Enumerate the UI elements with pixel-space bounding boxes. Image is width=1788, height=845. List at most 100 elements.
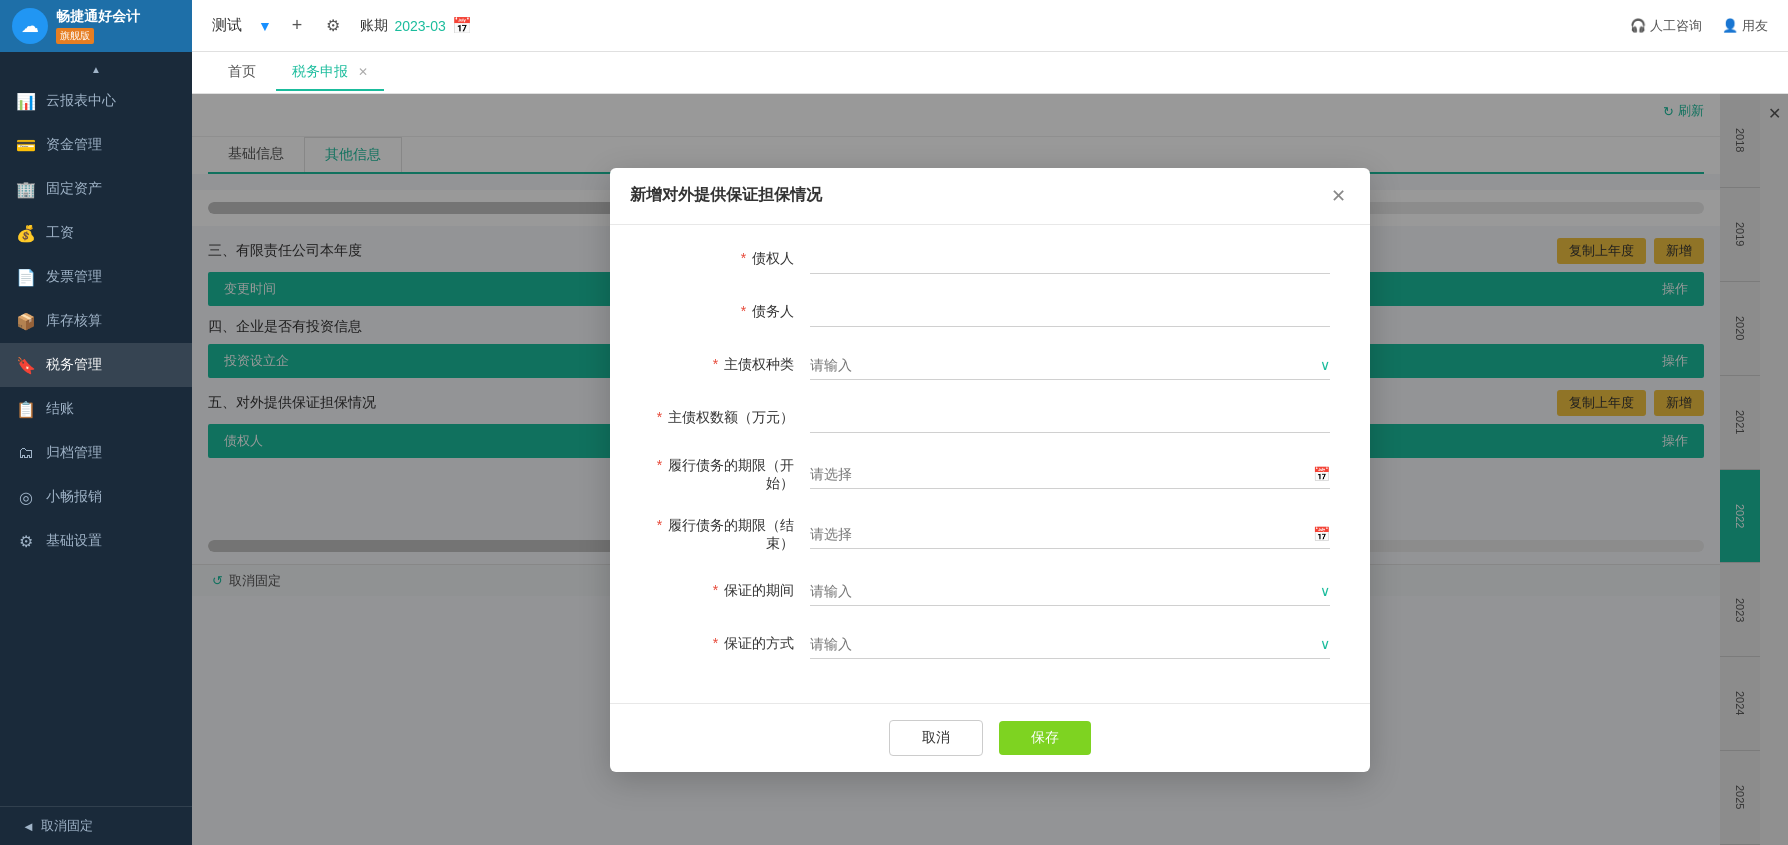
sidebar-item-archive[interactable]: 🗂 归档管理 — [0, 431, 192, 475]
sidebar-item-tax-mgmt[interactable]: 🔖 税务管理 — [0, 343, 192, 387]
sidebar: ☁ 畅捷通好会计 旗舰版 ▲ 📊 云报表中心 💳 资金管理 🏢 固定资产 — [0, 0, 192, 845]
sidebar-label-invoice-mgmt: 发票管理 — [46, 268, 102, 286]
form-row-creditor-amount: * 主债权数额（万元） — [650, 404, 1330, 433]
sidebar-label-xiaochang: 小畅报销 — [46, 488, 102, 506]
sidebar-collapse-button[interactable]: ◄ 取消固定 — [0, 806, 192, 845]
content-area: ↻ 刷新 基础信息 其他信息 — [192, 94, 1788, 845]
collapse-arrow-icon: ◄ — [22, 819, 35, 834]
form-row-creditor: * 债权人 — [650, 245, 1330, 274]
sidebar-label-cloud-report: 云报表中心 — [46, 92, 116, 110]
basic-settings-icon: ⚙ — [16, 531, 36, 551]
sidebar-label-settlement: 结账 — [46, 400, 74, 418]
select-creditor-type[interactable]: ∨ — [810, 351, 1330, 380]
dialog-body: * 债权人 * 债务人 — [610, 225, 1370, 703]
label-creditor-type: * 主债权种类 — [650, 356, 810, 374]
dialog-header: 新增对外提供保证担保情况 ✕ — [610, 168, 1370, 225]
sidebar-item-cloud-report[interactable]: 📊 云报表中心 — [0, 79, 192, 123]
select-guarantee-period-input[interactable] — [810, 577, 1320, 605]
headset-icon: 🎧 — [1630, 18, 1646, 33]
service-button[interactable]: 🎧 人工咨询 — [1630, 17, 1702, 35]
label-debtor: * 债务人 — [650, 303, 810, 321]
form-row-guarantee-method: * 保证的方式 ∨ — [650, 630, 1330, 659]
required-star-duty-start: * — [657, 457, 662, 473]
period-label: 账期 — [360, 17, 388, 35]
form-row-duty-end: * 履行债务的期限（结束） 📅 — [650, 517, 1330, 553]
sidebar-item-settlement[interactable]: 📋 结账 — [0, 387, 192, 431]
topbar: 测试 ▼ + ⚙ 账期 2023-03 📅 🎧 人工咨询 👤 用友 — [192, 0, 1788, 52]
sidebar-item-salary[interactable]: 💰 工资 — [0, 211, 192, 255]
sidebar-item-inventory[interactable]: 📦 库存核算 — [0, 299, 192, 343]
dialog-close-button[interactable]: ✕ — [1326, 184, 1350, 208]
calendar-icon[interactable]: 📅 — [452, 16, 472, 35]
date-duty-end-input[interactable] — [810, 520, 1313, 548]
label-duty-start: * 履行债务的期限（开始） — [650, 457, 810, 493]
sidebar-item-xiaochang[interactable]: ◎ 小畅报销 — [0, 475, 192, 519]
sidebar-item-fixed-asset[interactable]: 🏢 固定资产 — [0, 167, 192, 211]
input-creditor-amount[interactable] — [810, 404, 1330, 433]
tab-home-label: 首页 — [228, 63, 256, 79]
sidebar-label-archive: 归档管理 — [46, 444, 102, 462]
logo-text-block: 畅捷通好会计 旗舰版 — [56, 8, 140, 44]
tab-bar: 首页 税务申报 ✕ — [192, 52, 1788, 94]
label-creditor: * 债权人 — [650, 250, 810, 268]
sidebar-label-inventory: 库存核算 — [46, 312, 102, 330]
label-guarantee-method: * 保证的方式 — [650, 635, 810, 653]
cloud-report-icon: 📊 — [16, 91, 36, 111]
required-star-guarantee-method: * — [713, 635, 718, 651]
date-duty-start-input[interactable] — [810, 460, 1313, 488]
sidebar-logo: ☁ 畅捷通好会计 旗舰版 — [0, 0, 192, 52]
calendar-icon-duty-end[interactable]: 📅 — [1313, 526, 1330, 542]
company-dropdown-icon[interactable]: ▼ — [258, 18, 272, 34]
topbar-right: 🎧 人工咨询 👤 用友 — [1630, 17, 1768, 35]
inventory-icon: 📦 — [16, 311, 36, 331]
dialog-footer: 取消 保存 — [610, 703, 1370, 772]
input-creditor[interactable] — [810, 245, 1330, 274]
select-creditor-type-input[interactable] — [810, 351, 1320, 379]
logo-title: 畅捷通好会计 — [56, 8, 140, 26]
chevron-down-icon-guarantee-method[interactable]: ∨ — [1320, 636, 1330, 652]
form-row-debtor: * 债务人 — [650, 298, 1330, 327]
period-value: 2023-03 — [394, 18, 445, 34]
sidebar-label-basic-settings: 基础设置 — [46, 532, 102, 550]
period-display: 账期 2023-03 📅 — [360, 16, 471, 35]
required-star-creditor-amount: * — [657, 409, 662, 425]
select-guarantee-period[interactable]: ∨ — [810, 577, 1330, 606]
sidebar-item-fund-mgmt[interactable]: 💳 资金管理 — [0, 123, 192, 167]
archive-icon: 🗂 — [16, 443, 36, 463]
date-duty-end[interactable]: 📅 — [810, 520, 1330, 549]
sidebar-label-fund-mgmt: 资金管理 — [46, 136, 102, 154]
sidebar-label-salary: 工资 — [46, 224, 74, 242]
collapse-label: 取消固定 — [41, 817, 93, 835]
fixed-asset-icon: 🏢 — [16, 179, 36, 199]
settlement-icon: 📋 — [16, 399, 36, 419]
required-star-duty-end: * — [657, 517, 662, 533]
calendar-icon-duty-start[interactable]: 📅 — [1313, 466, 1330, 482]
tab-tax-report[interactable]: 税务申报 ✕ — [276, 55, 384, 91]
logo-sub: 旗舰版 — [56, 28, 94, 44]
gear-icon[interactable]: ⚙ — [322, 12, 344, 39]
select-guarantee-method-input[interactable] — [810, 630, 1320, 658]
tab-home[interactable]: 首页 — [212, 55, 272, 91]
label-duty-end: * 履行债务的期限（结束） — [650, 517, 810, 553]
save-button[interactable]: 保存 — [999, 721, 1091, 755]
tab-close-icon[interactable]: ✕ — [358, 65, 368, 79]
user-icon: 👤 — [1722, 18, 1738, 33]
dialog-overlay: 新增对外提供保证担保情况 ✕ * 债权人 — [192, 94, 1788, 845]
cancel-button[interactable]: 取消 — [889, 720, 983, 756]
sidebar-item-invoice-mgmt[interactable]: 📄 发票管理 — [0, 255, 192, 299]
salary-icon: 💰 — [16, 223, 36, 243]
tab-tax-label: 税务申报 — [292, 63, 348, 79]
input-debtor[interactable] — [810, 298, 1330, 327]
add-icon[interactable]: + — [288, 11, 307, 40]
sidebar-item-basic-settings[interactable]: ⚙ 基础设置 — [0, 519, 192, 563]
company-name: 测试 — [212, 16, 242, 35]
fund-mgmt-icon: 💳 — [16, 135, 36, 155]
user-button[interactable]: 👤 用友 — [1722, 17, 1768, 35]
select-guarantee-method[interactable]: ∨ — [810, 630, 1330, 659]
chevron-down-icon-guarantee-period[interactable]: ∨ — [1320, 583, 1330, 599]
form-row-creditor-type: * 主债权种类 ∨ — [650, 351, 1330, 380]
chevron-down-icon-creditor-type[interactable]: ∨ — [1320, 357, 1330, 373]
date-duty-start[interactable]: 📅 — [810, 460, 1330, 489]
scroll-up[interactable]: ▲ — [0, 60, 192, 79]
invoice-mgmt-icon: 📄 — [16, 267, 36, 287]
